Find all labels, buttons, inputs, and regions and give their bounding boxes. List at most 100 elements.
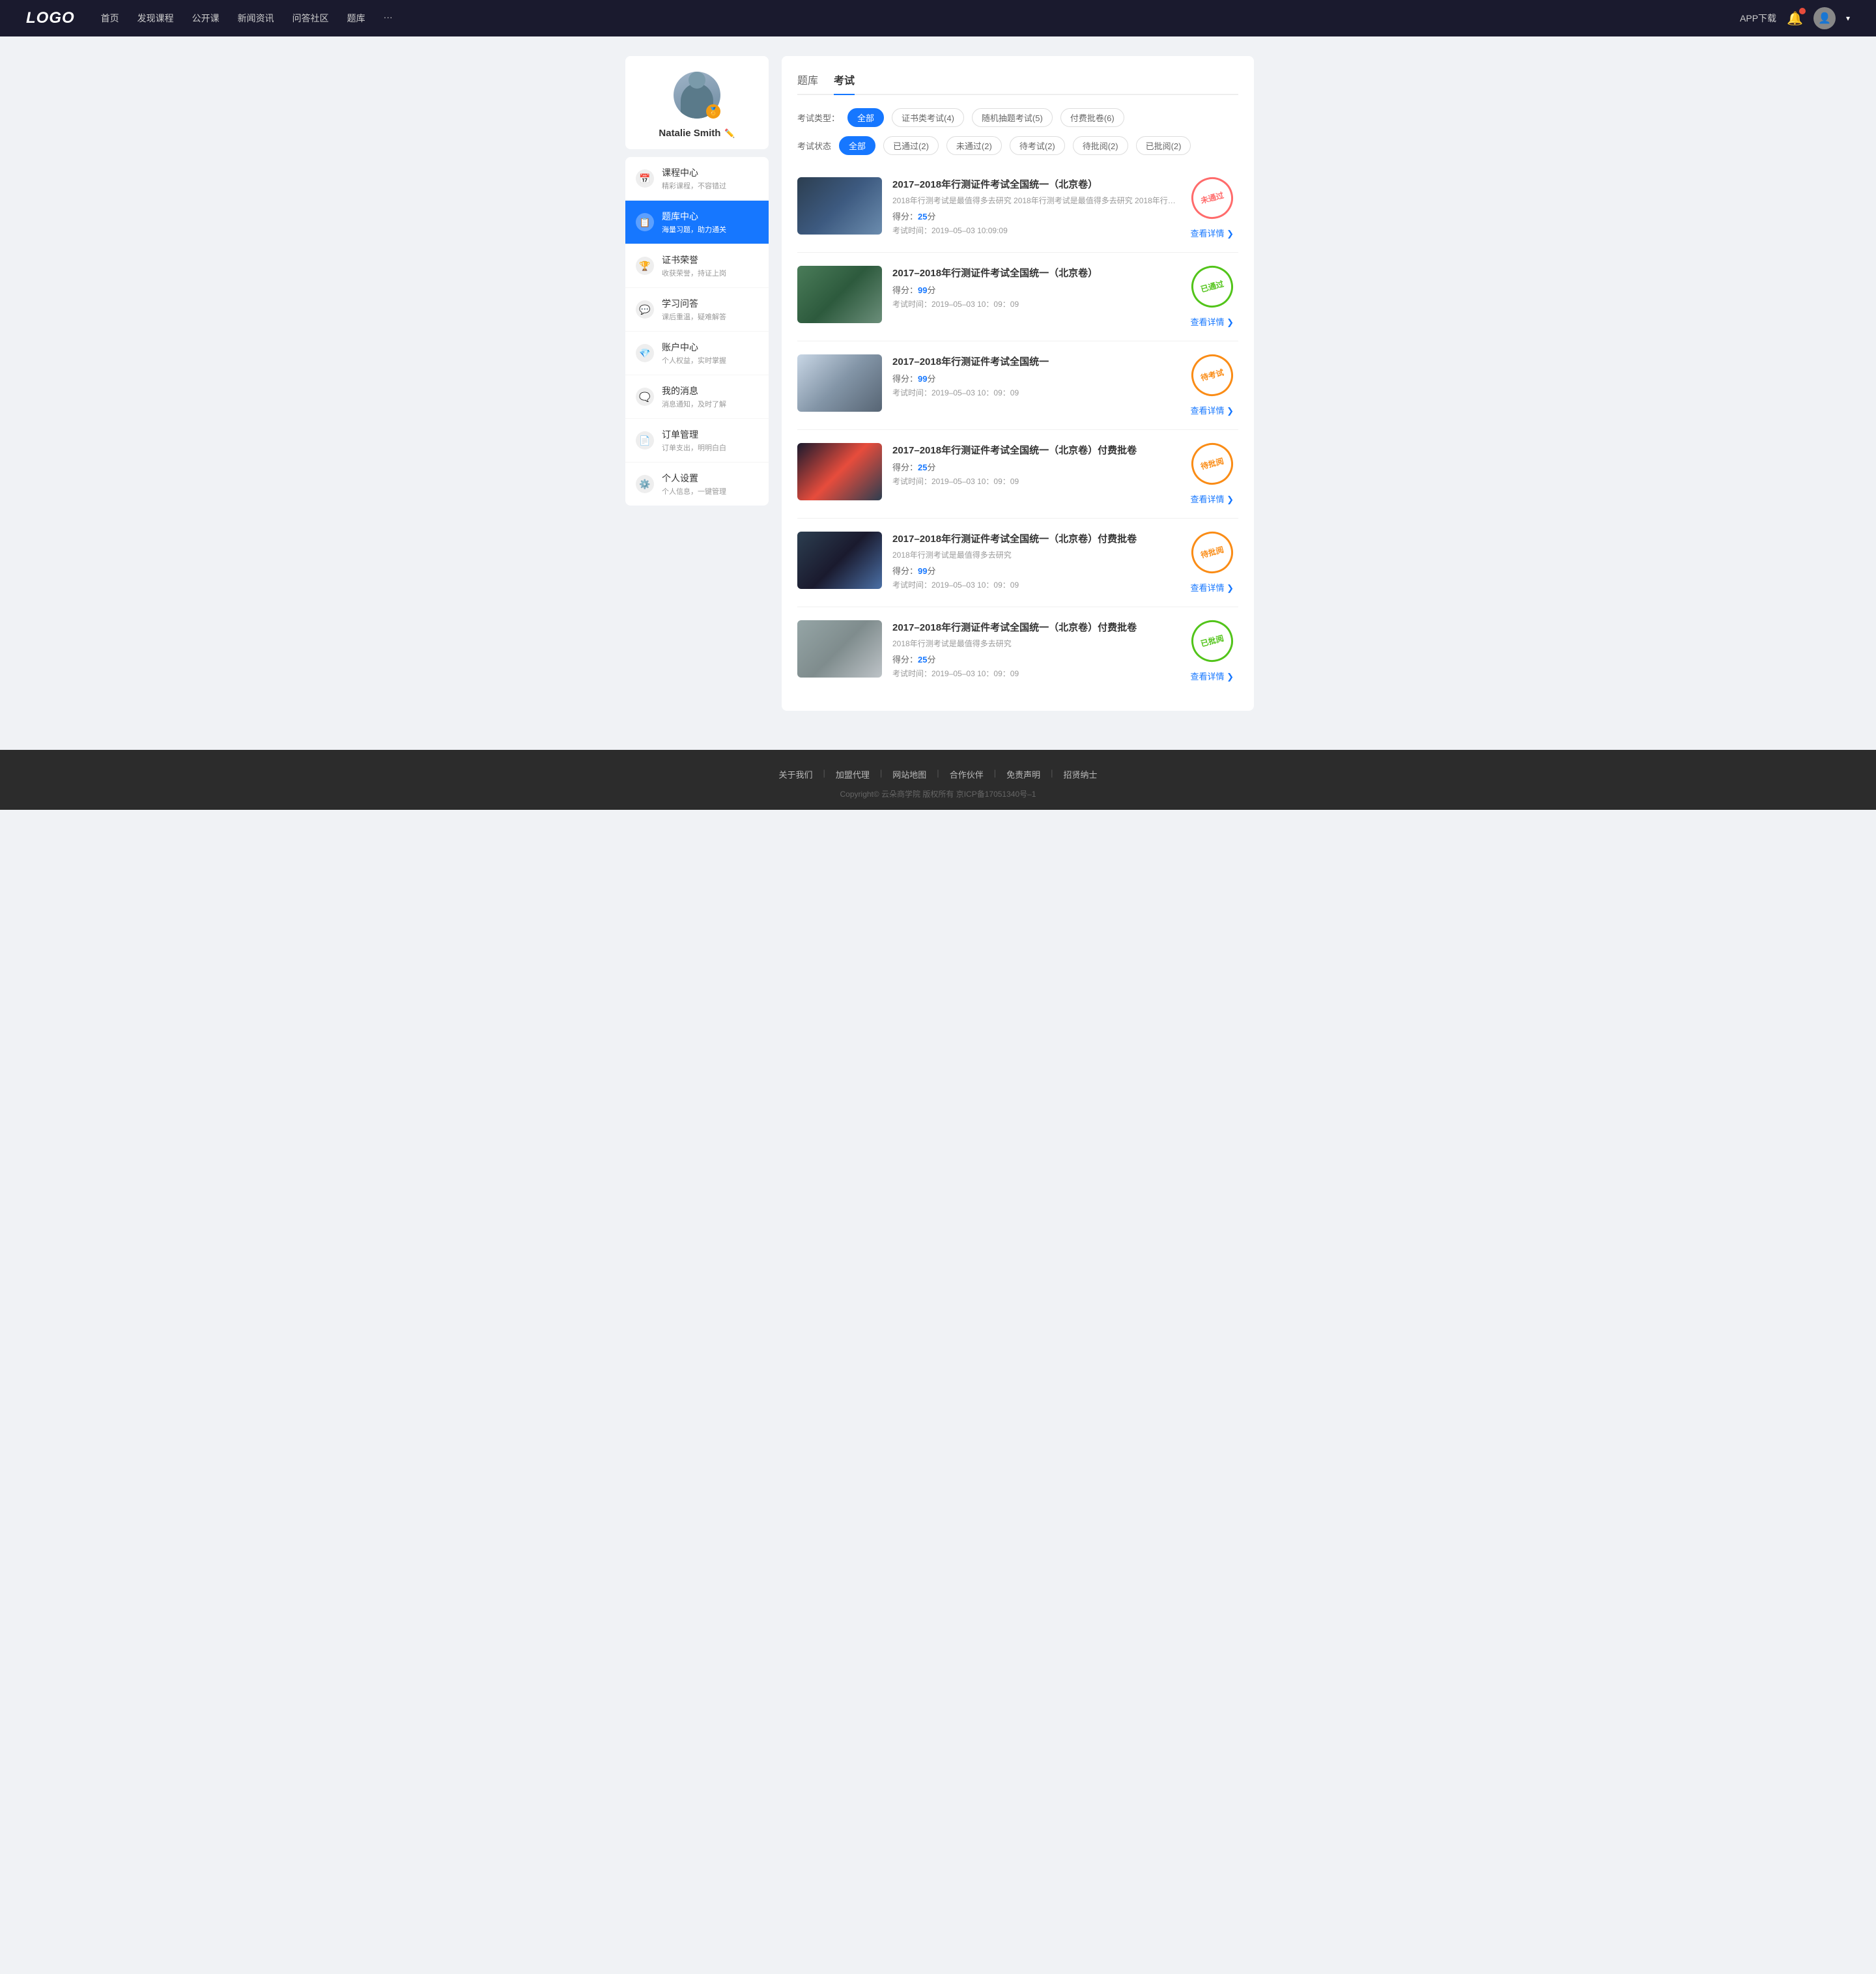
menu-icon-messages: 🗨️ [636, 388, 654, 406]
exam-status-btn[interactable]: 全部 [839, 136, 875, 155]
sidebar-item-certificate[interactable]: 🏆证书荣誉收获荣誉，持证上岗 [625, 244, 769, 288]
logo: LOGO [26, 9, 75, 27]
menu-icon-settings: ⚙️ [636, 475, 654, 493]
footer-link-4[interactable]: 免责声明 [1006, 768, 1040, 780]
tab-exam[interactable]: 考试 [834, 72, 855, 94]
exam-info-1: 2017–2018年行测证件考试全国统一（北京卷） 2018年行测考试是最值得多去… [892, 177, 1176, 236]
footer-separator: | [937, 768, 939, 780]
exam-right-2: 已通过查看详情 ❯ [1186, 266, 1238, 328]
content-tabs: 题库 考试 [797, 72, 1238, 95]
exam-right-6: 已批阅查看详情 ❯ [1186, 620, 1238, 682]
exam-item-4: 2017–2018年行测证件考试全国统一（北京卷）付费批卷得分：25分考试时间：… [797, 430, 1238, 519]
menu-icon-exam-bank: 📋 [636, 213, 654, 231]
sidebar: 🏅 Natalie Smith ✏️ 📅课程中心精彩课程，不容错过📋题库中心海量… [625, 56, 769, 711]
exam-right-5: 待批阅查看详情 ❯ [1186, 532, 1238, 594]
nav-link[interactable]: ··· [384, 12, 393, 25]
exam-type-label: 考试类型： [797, 111, 840, 124]
sidebar-item-course-center[interactable]: 📅课程中心精彩课程，不容错过 [625, 157, 769, 201]
exam-score-2: 得分：99分 [892, 283, 1176, 296]
menu-title-orders: 订单管理 [662, 428, 726, 441]
footer-link-2[interactable]: 网站地图 [892, 768, 926, 780]
footer-link-5[interactable]: 招贤纳士 [1064, 768, 1098, 780]
nav-link[interactable]: 问答社区 [292, 12, 329, 25]
exam-type-btn[interactable]: 证书类考试(4) [892, 108, 964, 127]
menu-sub-orders: 订单支出，明明白白 [662, 442, 726, 453]
exam-info-3: 2017–2018年行测证件考试全国统一得分：99分考试时间：2019–05–0… [892, 354, 1176, 398]
exam-right-1: 未通过查看详情 ❯ [1186, 177, 1238, 239]
exam-title-6: 2017–2018年行测证件考试全国统一（北京卷）付费批卷 [892, 620, 1176, 634]
exam-detail-link-3[interactable]: 查看详情 ❯ [1191, 404, 1234, 416]
menu-title-account: 账户中心 [662, 341, 726, 354]
exam-desc-1: 2018年行测考试是最值得多去研究 2018年行测考试是最值得多去研究 2018… [892, 195, 1176, 206]
nav-link[interactable]: 新闻资讯 [238, 12, 274, 25]
sidebar-item-qa[interactable]: 💬学习问答课后重温，疑难解答 [625, 288, 769, 332]
app-download-link[interactable]: APP下载 [1740, 12, 1776, 25]
nav-link[interactable]: 公开课 [192, 12, 220, 25]
exam-type-filter: 考试类型： 全部证书类考试(4) 随机抽题考试(5) 付费批卷(6) [797, 108, 1238, 127]
exam-stamp-2: 已通过 [1187, 261, 1238, 312]
exam-type-btn[interactable]: 随机抽题考试(5) [972, 108, 1053, 127]
sidebar-item-exam-bank[interactable]: 📋题库中心海量习题，助力通关 [625, 201, 769, 244]
exam-thumb-4 [797, 443, 882, 500]
sidebar-item-orders[interactable]: 📄订单管理订单支出，明明白白 [625, 419, 769, 463]
main-layout: 🏅 Natalie Smith ✏️ 📅课程中心精彩课程，不容错过📋题库中心海量… [612, 36, 1264, 750]
exam-title-5: 2017–2018年行测证件考试全国统一（北京卷）付费批卷 [892, 532, 1176, 545]
tab-exam-bank[interactable]: 题库 [797, 72, 818, 94]
exam-status-btn[interactable]: 已通过(2) [883, 136, 939, 155]
exam-stamp-6: 已批阅 [1187, 616, 1238, 666]
exam-time-6: 考试时间：2019–05–03 10：09：09 [892, 668, 1176, 679]
exam-status-label: 考试状态 [797, 139, 831, 152]
exam-desc-5: 2018年行测考试是最值得多去研究 [892, 549, 1176, 560]
avatar[interactable]: 👤 [1813, 7, 1836, 29]
chevron-down-icon[interactable]: ▾ [1846, 14, 1850, 23]
notification-bell[interactable]: 🔔 [1787, 10, 1803, 27]
menu-title-settings: 个人设置 [662, 472, 726, 485]
exam-title-1: 2017–2018年行测证件考试全国统一（北京卷） [892, 177, 1176, 191]
nav-links: 首页 发现课程 公开课 新闻资讯 问答社区 题库 ··· [101, 12, 1740, 25]
exam-time-5: 考试时间：2019–05–03 10：09：09 [892, 579, 1176, 590]
edit-icon[interactable]: ✏️ [724, 128, 735, 139]
exam-item-2: 2017–2018年行测证件考试全国统一（北京卷）得分：99分考试时间：2019… [797, 253, 1238, 341]
exam-time-2: 考试时间：2019–05–03 10：09：09 [892, 298, 1176, 309]
exam-detail-link-2[interactable]: 查看详情 ❯ [1191, 315, 1234, 328]
exam-right-3: 待考试查看详情 ❯ [1186, 354, 1238, 416]
exam-thumb-1 [797, 177, 882, 235]
exam-detail-link-4[interactable]: 查看详情 ❯ [1191, 493, 1234, 505]
exam-info-4: 2017–2018年行测证件考试全国统一（北京卷）付费批卷得分：25分考试时间：… [892, 443, 1176, 487]
navbar: LOGO 首页 发现课程 公开课 新闻资讯 问答社区 题库 ··· APP下载 🔔 👤 ▾ [0, 0, 1876, 36]
menu-title-certificate: 证书荣誉 [662, 253, 726, 266]
exam-type-btn[interactable]: 全部 [847, 108, 884, 127]
nav-link[interactable]: 题库 [347, 12, 365, 25]
menu-icon-qa: 💬 [636, 300, 654, 319]
menu-sub-exam-bank: 海量习题，助力通关 [662, 224, 726, 235]
nav-link[interactable]: 首页 [101, 12, 119, 25]
exam-time-3: 考试时间：2019–05–03 10：09：09 [892, 387, 1176, 398]
exam-desc-6: 2018年行测考试是最值得多去研究 [892, 638, 1176, 649]
exam-type-btn[interactable]: 付费批卷(6) [1060, 108, 1124, 127]
exam-score-6: 得分：25分 [892, 653, 1176, 665]
exam-detail-link-5[interactable]: 查看详情 ❯ [1191, 581, 1234, 594]
menu-sub-settings: 个人信息，一键管理 [662, 486, 726, 496]
sidebar-item-settings[interactable]: ⚙️ 个人设置个人信息，一键管理 [625, 463, 769, 506]
footer-link-1[interactable]: 加盟代理 [836, 768, 870, 780]
exam-info-5: 2017–2018年行测证件考试全国统一（北京卷）付费批卷 2018年行测考试是最… [892, 532, 1176, 590]
footer-link-0[interactable]: 关于我们 [778, 768, 812, 780]
exam-stamp-5: 待批阅 [1187, 527, 1238, 578]
exam-status-btn[interactable]: 未通过(2) [946, 136, 1002, 155]
exam-thumb-6 [797, 620, 882, 678]
navbar-right: APP下载 🔔 👤 ▾ [1740, 7, 1850, 29]
exam-detail-link-6[interactable]: 查看详情 ❯ [1191, 670, 1234, 682]
nav-link[interactable]: 发现课程 [137, 12, 174, 25]
sidebar-item-account[interactable]: 💎账户中心个人权益，实时掌握 [625, 332, 769, 375]
exam-title-3: 2017–2018年行测证件考试全国统一 [892, 354, 1176, 368]
exam-status-btn[interactable]: 待考试(2) [1010, 136, 1065, 155]
menu-title-qa: 学习问答 [662, 297, 726, 310]
sidebar-item-messages[interactable]: 🗨️我的消息消息通知，及时了解 [625, 375, 769, 419]
exam-status-btn[interactable]: 待批阅(2) [1073, 136, 1128, 155]
menu-sub-account: 个人权益，实时掌握 [662, 355, 726, 365]
exam-status-btn[interactable]: 已批阅(2) [1136, 136, 1191, 155]
footer-link-3[interactable]: 合作伙伴 [950, 768, 984, 780]
exam-item-3: 2017–2018年行测证件考试全国统一得分：99分考试时间：2019–05–0… [797, 341, 1238, 430]
menu-sub-certificate: 收获荣誉，持证上岗 [662, 268, 726, 278]
exam-detail-link-1[interactable]: 查看详情 ❯ [1191, 227, 1234, 239]
